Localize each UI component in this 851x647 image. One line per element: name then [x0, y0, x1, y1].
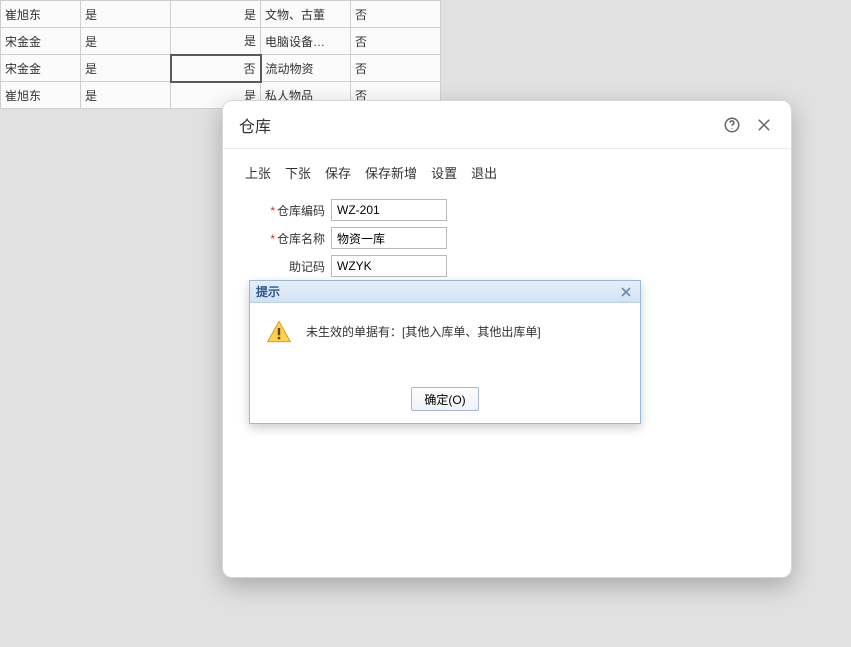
cell[interactable]: 是 — [81, 82, 171, 109]
alert-header: 提示 — [250, 281, 640, 303]
alert-title: 提示 — [256, 283, 618, 300]
cell-selected[interactable]: 否 — [171, 55, 261, 82]
form-row-name: *仓库名称 — [245, 224, 769, 252]
ok-button[interactable]: 确定(O) — [411, 387, 479, 411]
toolbar-save-new[interactable]: 保存新增 — [365, 163, 417, 182]
modal-title: 仓库 — [239, 113, 711, 137]
cell[interactable]: 是 — [81, 55, 171, 82]
toolbar-prev[interactable]: 上张 — [245, 163, 271, 182]
name-input[interactable] — [331, 227, 447, 249]
help-icon[interactable] — [721, 114, 743, 136]
close-icon[interactable] — [753, 114, 775, 136]
cell[interactable]: 崔旭东 — [1, 82, 81, 109]
toolbar-next[interactable]: 下张 — [285, 163, 311, 182]
cell[interactable]: 文物、古董 — [261, 1, 351, 28]
mnemonic-input[interactable] — [331, 255, 447, 277]
warning-icon — [266, 319, 292, 345]
cell[interactable]: 是 — [81, 1, 171, 28]
alert-body: 未生效的单据有：[其他入库单、其他出库单] — [250, 303, 640, 387]
form-row-mnemonic: 助记码 — [245, 252, 769, 280]
alert-close-icon[interactable] — [618, 284, 634, 300]
toolbar-exit[interactable]: 退出 — [471, 163, 497, 182]
cell[interactable]: 宋金金 — [1, 55, 81, 82]
code-label: *仓库编码 — [245, 202, 331, 219]
alert-footer: 确定(O) — [250, 387, 640, 421]
cell[interactable]: 宋金金 — [1, 28, 81, 55]
alert-dialog: 提示 未生效的单据有：[其他入库单、其他出库单] 确定(O) — [249, 280, 641, 424]
table-row[interactable]: 宋金金 是 是 电脑设备… 否 — [1, 28, 441, 55]
cell[interactable]: 否 — [351, 28, 441, 55]
cell[interactable]: 否 — [351, 55, 441, 82]
cell[interactable]: 是 — [171, 28, 261, 55]
cell[interactable]: 是 — [81, 28, 171, 55]
toolbar-settings[interactable]: 设置 — [431, 163, 457, 182]
mnemonic-label: 助记码 — [245, 258, 331, 275]
cell[interactable]: 电脑设备… — [261, 28, 351, 55]
table-row[interactable]: 崔旭东 是 是 文物、古董 否 — [1, 1, 441, 28]
background-table: 崔旭东 是 是 文物、古董 否 宋金金 是 是 电脑设备… 否 宋金金 是 否 … — [0, 0, 441, 109]
name-label: *仓库名称 — [245, 230, 331, 247]
cell[interactable]: 崔旭东 — [1, 1, 81, 28]
form: *仓库编码 *仓库名称 助记码 — [223, 192, 791, 284]
table-row[interactable]: 宋金金 是 否 流动物资 否 — [1, 55, 441, 82]
toolbar-save[interactable]: 保存 — [325, 163, 351, 182]
cell[interactable]: 流动物资 — [261, 55, 351, 82]
cell[interactable]: 是 — [171, 1, 261, 28]
modal-header: 仓库 — [223, 101, 791, 149]
modal-toolbar: 上张 下张 保存 保存新增 设置 退出 — [223, 149, 791, 192]
alert-message: 未生效的单据有：[其他入库单、其他出库单] — [306, 319, 541, 340]
cell[interactable]: 否 — [351, 1, 441, 28]
form-row-code: *仓库编码 — [245, 196, 769, 224]
code-input[interactable] — [331, 199, 447, 221]
